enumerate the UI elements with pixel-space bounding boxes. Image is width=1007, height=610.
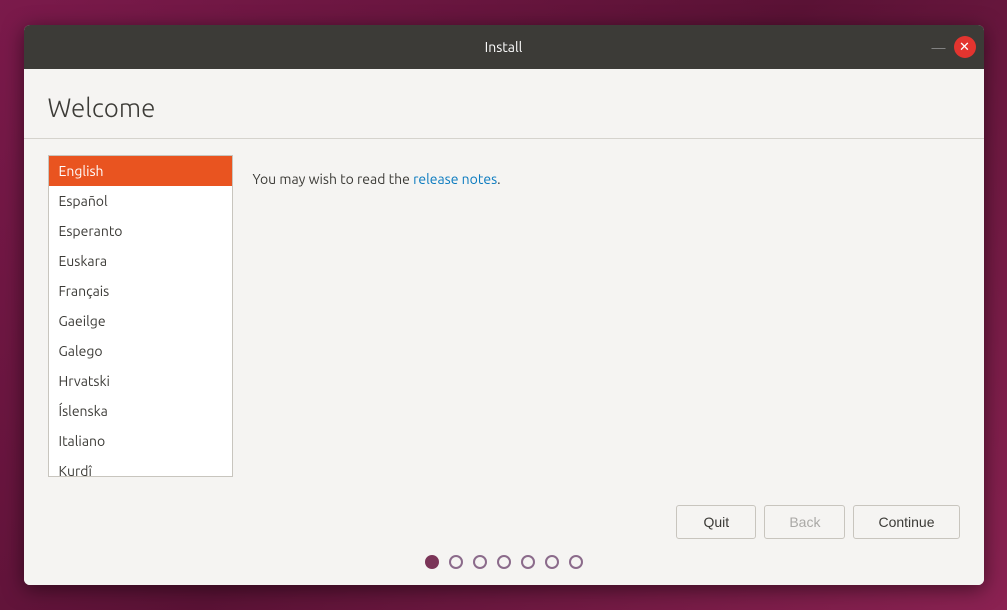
window-title: Install (485, 39, 523, 55)
lang-item-francais[interactable]: Français (49, 276, 232, 306)
lang-item-esperanto[interactable]: Esperanto (49, 216, 232, 246)
right-panel: You may wish to read the release notes. (253, 155, 960, 477)
lang-item-italiano[interactable]: Italiano (49, 426, 232, 456)
lang-item-english[interactable]: English (49, 156, 232, 186)
progress-dot-5 (545, 555, 559, 569)
back-button[interactable]: Back (764, 505, 845, 539)
bottom-bar: Quit Back Continue (24, 493, 984, 585)
progress-dot-1 (449, 555, 463, 569)
lang-item-kurdi[interactable]: Kurdî (49, 456, 232, 477)
close-button[interactable]: ✕ (954, 36, 976, 58)
lang-item-islenska[interactable]: Íslenska (49, 396, 232, 426)
page-title: Welcome (24, 69, 984, 138)
release-notes-suffix: . (497, 171, 500, 187)
lang-item-galego[interactable]: Galego (49, 336, 232, 366)
minimize-icon: — (932, 40, 946, 54)
content-area: Welcome EnglishEspañolEsperantoEuskaraFr… (24, 69, 984, 493)
progress-dot-4 (521, 555, 535, 569)
main-content: EnglishEspañolEsperantoEuskaraFrançaisGa… (24, 139, 984, 493)
continue-button[interactable]: Continue (853, 505, 959, 539)
close-icon: ✕ (959, 39, 970, 55)
language-list[interactable]: EnglishEspañolEsperantoEuskaraFrançaisGa… (48, 155, 233, 477)
quit-button[interactable]: Quit (676, 505, 756, 539)
titlebar: Install — ✕ (24, 25, 984, 69)
install-window: Install — ✕ Welcome EnglishEspañolEspera… (24, 25, 984, 585)
progress-dot-0 (425, 555, 439, 569)
progress-dots (425, 555, 583, 569)
minimize-button[interactable]: — (930, 38, 948, 56)
progress-dot-2 (473, 555, 487, 569)
window-controls: — ✕ (930, 36, 976, 58)
release-notes-link[interactable]: release notes (413, 171, 497, 187)
lang-item-euskara[interactable]: Euskara (49, 246, 232, 276)
lang-item-espanol[interactable]: Español (49, 186, 232, 216)
lang-item-gaeilge[interactable]: Gaeilge (49, 306, 232, 336)
lang-item-hrvatski[interactable]: Hrvatski (49, 366, 232, 396)
button-row: Quit Back Continue (48, 505, 960, 539)
progress-dot-6 (569, 555, 583, 569)
release-notes-text: You may wish to read the release notes. (253, 171, 960, 187)
release-notes-prefix: You may wish to read the (253, 171, 414, 187)
progress-dot-3 (497, 555, 511, 569)
